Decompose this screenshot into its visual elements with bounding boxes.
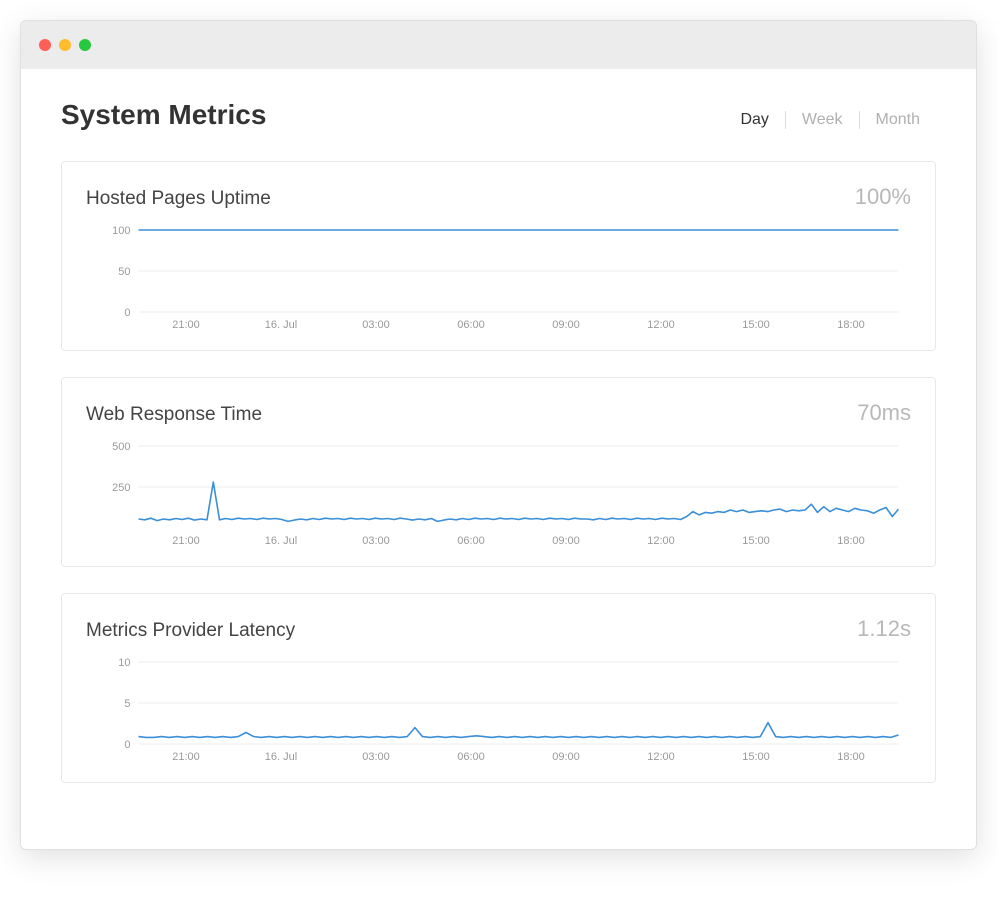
card-value: 70ms [857,400,911,426]
svg-text:50: 50 [118,266,130,278]
tab-week[interactable]: Week [786,111,859,129]
card-latency: Metrics Provider Latency 1.12s 0 5 10 21:00… [61,593,936,783]
chart-uptime: 0 50 100 21:00 16. Jul 03:00 06:00 09:00 12:00 15… [86,224,911,334]
tab-day[interactable]: Day [724,111,784,129]
page-title: System Metrics [61,99,266,131]
svg-text:12:00: 12:00 [647,319,675,331]
chart-latency: 0 5 10 21:00 16. Jul 03:00 06:00 09:00 12:00 15:0… [86,656,911,766]
titlebar [21,21,976,69]
card-response-time: Web Response Time 70ms 250 500 21:00 16. Ju… [61,377,936,567]
close-icon[interactable] [39,39,51,51]
card-title: Web Response Time [86,404,262,426]
svg-text:12:00: 12:00 [647,535,675,547]
range-tabs: Day Week Month [724,111,936,129]
svg-text:06:00: 06:00 [457,751,485,763]
svg-text:09:00: 09:00 [552,319,580,331]
card-title: Metrics Provider Latency [86,620,295,642]
svg-text:15:00: 15:00 [742,319,770,331]
svg-text:09:00: 09:00 [552,535,580,547]
card-value: 100% [855,184,911,210]
svg-text:500: 500 [112,441,130,453]
card-value: 1.12s [857,616,911,642]
minimize-icon[interactable] [59,39,71,51]
maximize-icon[interactable] [79,39,91,51]
chart-response-time: 250 500 21:00 16. Jul 03:00 06:00 09:00 12:00 15… [86,440,911,550]
svg-text:15:00: 15:00 [742,535,770,547]
svg-text:21:00: 21:00 [172,751,200,763]
svg-text:03:00: 03:00 [362,535,390,547]
tab-month[interactable]: Month [860,111,936,129]
svg-text:21:00: 21:00 [172,319,200,331]
svg-text:18:00: 18:00 [837,319,865,331]
card-title: Hosted Pages Uptime [86,188,271,210]
svg-text:09:00: 09:00 [552,751,580,763]
svg-text:12:00: 12:00 [647,751,675,763]
content: System Metrics Day Week Month Hosted Pag… [21,69,976,849]
svg-text:18:00: 18:00 [837,535,865,547]
card-uptime: Hosted Pages Uptime 100% 0 50 100 21:00 16. … [61,161,936,351]
svg-text:03:00: 03:00 [362,319,390,331]
svg-text:100: 100 [112,225,130,237]
svg-text:16. Jul: 16. Jul [265,535,297,547]
svg-text:21:00: 21:00 [172,535,200,547]
svg-text:06:00: 06:00 [457,535,485,547]
svg-text:06:00: 06:00 [457,319,485,331]
svg-text:5: 5 [124,698,130,710]
svg-text:15:00: 15:00 [742,751,770,763]
svg-text:0: 0 [124,307,130,319]
app-window: System Metrics Day Week Month Hosted Pag… [20,20,977,850]
svg-text:16. Jul: 16. Jul [265,319,297,331]
svg-text:250: 250 [112,482,130,494]
svg-text:18:00: 18:00 [837,751,865,763]
svg-text:0: 0 [124,739,130,751]
svg-text:16. Jul: 16. Jul [265,751,297,763]
svg-text:03:00: 03:00 [362,751,390,763]
svg-text:10: 10 [118,657,130,669]
